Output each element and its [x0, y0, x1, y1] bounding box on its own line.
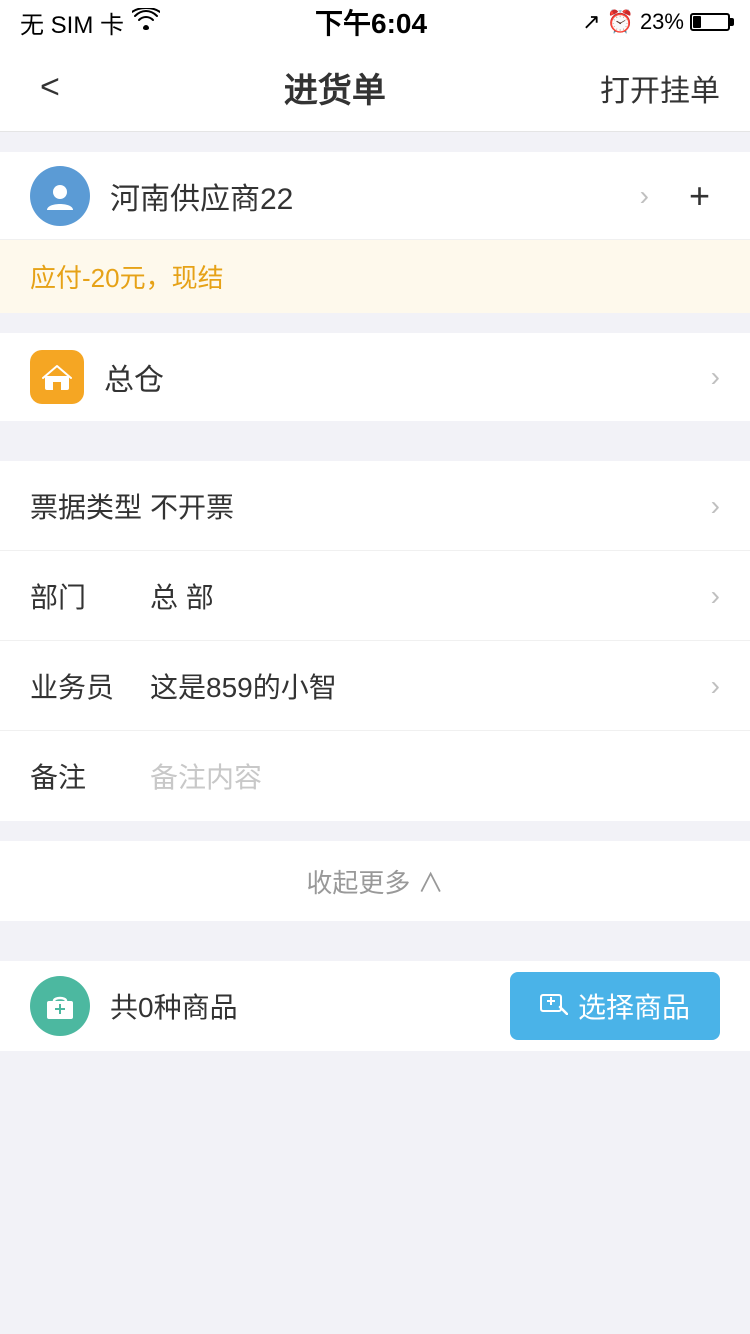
warehouse-chevron-icon: ›	[711, 361, 720, 393]
alarm-icon: ⏰	[607, 9, 634, 35]
status-bar: 无 SIM 卡 下午6:04 ↗ ⏰ 23%	[0, 0, 750, 44]
section-divider-2	[0, 421, 750, 441]
remark-label: 备注	[30, 756, 150, 796]
warehouse-row[interactable]: 总仓 ›	[0, 333, 750, 421]
staff-row[interactable]: 业务员 这是859的小智 ›	[0, 641, 750, 731]
select-product-icon	[540, 990, 568, 1022]
staff-value: 这是859的小智	[150, 666, 711, 706]
battery-icon	[690, 13, 730, 31]
warehouse-icon	[30, 350, 84, 404]
back-button[interactable]: <	[30, 58, 70, 117]
nav-bar: < 进货单 打开挂单	[0, 44, 750, 132]
staff-chevron-icon: ›	[711, 670, 720, 702]
staff-label: 业务员	[30, 666, 150, 706]
department-row[interactable]: 部门 总 部 ›	[0, 551, 750, 641]
warehouse-name: 总仓	[104, 355, 711, 399]
select-product-button[interactable]: 选择商品	[510, 972, 720, 1040]
supplier-row[interactable]: 河南供应商22 › +	[0, 152, 750, 240]
invoice-chevron-icon: ›	[711, 490, 720, 522]
page-title: 进货单	[284, 63, 386, 112]
supplier-name: 河南供应商22	[110, 174, 640, 218]
supplier-chevron-icon: ›	[640, 180, 649, 212]
section-divider-1	[0, 313, 750, 333]
department-label: 部门	[30, 576, 150, 616]
invoice-type-row[interactable]: 票据类型 不开票 ›	[0, 461, 750, 551]
supplier-avatar	[30, 166, 90, 226]
remark-input[interactable]: 备注内容	[150, 756, 720, 796]
form-section: 票据类型 不开票 › 部门 总 部 › 业务员 这是859的小智 › 备注 备注…	[0, 461, 750, 821]
dept-chevron-icon: ›	[711, 580, 720, 612]
status-left: 无 SIM 卡	[20, 5, 160, 40]
collapse-label: 收起更多 ∧	[306, 863, 443, 900]
invoice-type-label: 票据类型	[30, 486, 150, 526]
add-supplier-button[interactable]: +	[679, 170, 720, 222]
battery-percentage: 23%	[640, 9, 684, 35]
collapse-row[interactable]: 收起更多 ∧	[0, 841, 750, 921]
product-count-text: 共0种商品	[110, 986, 510, 1026]
notice-banner: 应付-20元，现结	[0, 240, 750, 313]
notice-text: 应付-20元，现结	[30, 263, 224, 293]
location-icon: ↗	[582, 9, 600, 35]
section-divider-3	[0, 921, 750, 941]
product-icon	[30, 976, 90, 1036]
invoice-type-value: 不开票	[150, 486, 711, 526]
wifi-icon	[132, 8, 160, 37]
carrier-text: 无 SIM 卡	[20, 5, 124, 40]
department-value: 总 部	[150, 576, 711, 616]
product-bar: 共0种商品 选择商品	[0, 961, 750, 1051]
open-pending-button[interactable]: 打开挂单	[600, 66, 720, 110]
status-time: 下午6:04	[315, 2, 427, 42]
select-product-label: 选择商品	[578, 986, 690, 1026]
remark-row[interactable]: 备注 备注内容	[0, 731, 750, 821]
status-right: ↗ ⏰ 23%	[582, 9, 730, 35]
top-divider	[0, 132, 750, 152]
